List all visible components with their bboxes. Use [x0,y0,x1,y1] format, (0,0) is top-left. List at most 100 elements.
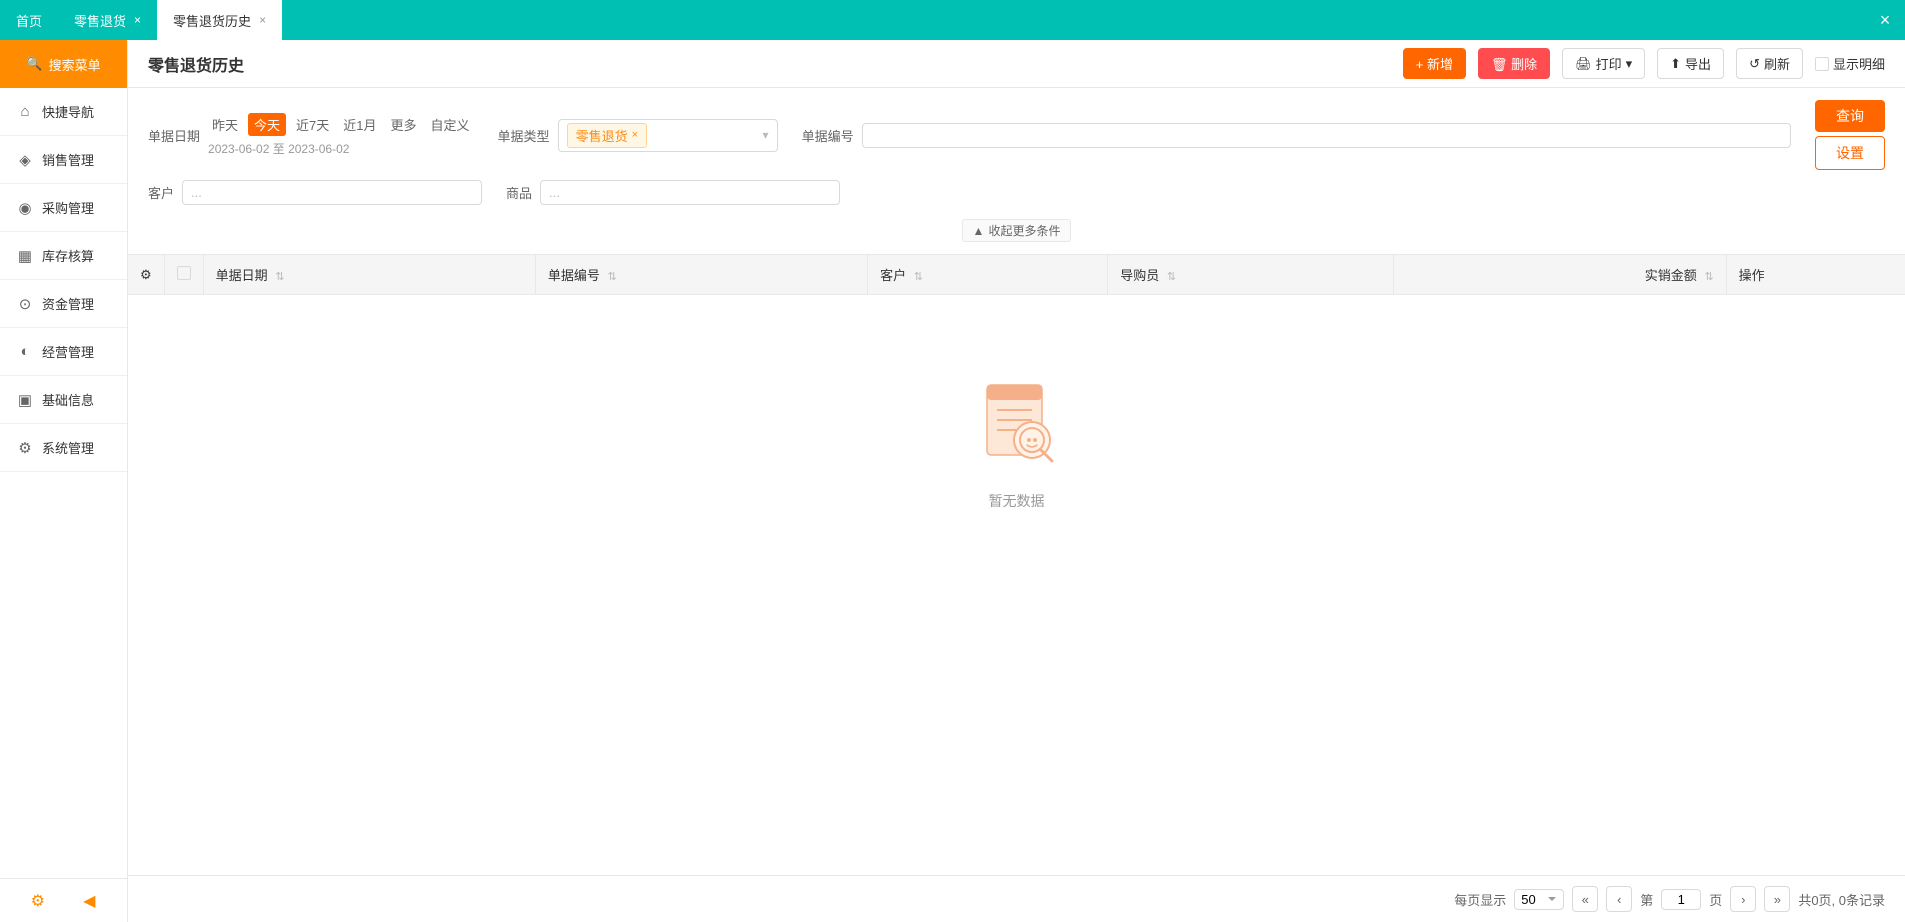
th-id-sort-icon[interactable]: ⇅ [608,271,617,283]
print-icon: 🖨 [1575,56,1592,72]
tab-retail-return-history[interactable]: 零售退货历史 × [157,0,282,40]
first-page-button[interactable]: « [1572,886,1598,912]
empty-row: 暂无数据 [128,295,1905,592]
th-check[interactable] [164,255,203,295]
filter-row-1: 单据日期 昨天 今天 近7天 近1月 更多 自定义 2023-06-02 至 2… [148,100,1885,170]
th-amount-sort-icon[interactable]: ⇅ [1704,271,1713,283]
page-size-select[interactable]: 50 100 200 [1514,889,1564,910]
date-opt-today[interactable]: 今天 [248,113,286,136]
print-button[interactable]: 🖨 打印 ▾ [1562,48,1645,79]
sidebar-item-sales[interactable]: ◈ 销售管理 [0,136,127,184]
type-dropdown-icon[interactable]: ▾ [763,128,769,142]
th-guide: 导购员 ⇅ [1108,255,1394,295]
type-filter-label: 单据类型 [498,126,550,145]
date-opt-yesterday[interactable]: 昨天 [208,113,242,136]
search-icon: 🔍 [26,56,42,72]
filter-area: 单据日期 昨天 今天 近7天 近1月 更多 自定义 2023-06-02 至 2… [128,88,1905,255]
page-size-label: 每页显示 [1454,890,1506,909]
inventory-icon: ▦ [16,247,34,265]
date-range-display: 2023-06-02 至 2023-06-02 [208,140,474,157]
sidebar-item-operations-label: 经营管理 [42,342,94,361]
goods-filter-label: 商品 [506,183,532,202]
sidebar-search[interactable]: 🔍 搜索菜单 [0,40,127,88]
display-mingxi-toggle[interactable]: 显示明细 [1815,54,1885,73]
sidebar-item-inventory[interactable]: ▦ 库存核算 [0,232,127,280]
sidebar-item-operations[interactable]: ◐ 经营管理 [0,328,127,376]
th-id-label: 单据编号 [548,268,600,283]
new-button[interactable]: + 新增 [1403,48,1466,79]
th-guide-sort-icon[interactable]: ⇅ [1167,271,1176,283]
sidebar-bottom: ⚙ ◀ [0,878,127,922]
th-amount: 实销金额 ⇅ [1394,255,1726,295]
type-tag: 零售退货 × [567,123,647,148]
sidebar-item-purchase[interactable]: ◉ 采购管理 [0,184,127,232]
sales-icon: ◈ [16,151,34,169]
th-action-label: 操作 [1739,268,1765,283]
column-setting-icon[interactable]: ⚙ [140,267,152,282]
refresh-button[interactable]: ↺ 刷新 [1736,48,1803,79]
goods-filter-input[interactable]: ... [540,180,840,205]
tab-retail-return-history-close[interactable]: × [259,13,266,27]
th-customer-sort-icon[interactable]: ⇅ [914,271,923,283]
id-filter-input[interactable] [862,123,1791,148]
customer-filter-input[interactable]: ... [182,180,482,205]
sidebar-item-finance[interactable]: ⊙ 资金管理 [0,280,127,328]
filter-settings-button[interactable]: 设置 [1815,136,1885,170]
export-button[interactable]: ⬆ 导出 [1657,48,1724,79]
id-filter-item: 单据编号 [802,123,1791,148]
print-label: 打印 [1596,54,1622,73]
query-settings-group: 查询 设置 [1815,100,1885,170]
date-filter-label: 单据日期 [148,126,200,145]
query-button[interactable]: 查询 [1815,100,1885,132]
delete-button[interactable]: 🗑 删除 [1478,48,1550,79]
table-wrapper: ⚙ 单据日期 ⇅ 单据编号 ⇅ [128,255,1905,875]
date-options: 昨天 今天 近7天 近1月 更多 自定义 [208,113,474,136]
tab-retail-return-label: 零售退货 [74,11,126,30]
th-amount-label: 实销金额 [1645,268,1697,283]
sidebar-item-finance-label: 资金管理 [42,294,94,313]
window-close-button[interactable]: × [1865,0,1905,40]
th-setting[interactable]: ⚙ [128,255,164,295]
id-filter-label: 单据编号 [802,126,854,145]
sidebar-menu: ⌂ 快捷导航 ◈ 销售管理 ◉ 采购管理 ▦ 库存核算 ⊙ 资金管理 ◐ 经营管… [0,88,127,878]
display-mingxi-checkbox[interactable] [1815,57,1829,71]
tab-retail-return-history-label: 零售退货历史 [173,11,251,30]
date-opt-7days[interactable]: 近7天 [292,113,333,136]
home-icon: ⌂ [16,103,34,121]
export-icon: ⬆ [1670,56,1681,72]
prev-page-button[interactable]: ‹ [1606,886,1632,912]
th-date-sort-icon[interactable]: ⇅ [275,271,284,283]
th-date: 单据日期 ⇅ [203,255,535,295]
sidebar-item-quicknav[interactable]: ⌂ 快捷导航 [0,88,127,136]
date-filter-group: 昨天 今天 近7天 近1月 更多 自定义 2023-06-02 至 2023-0… [208,113,474,157]
collapse-sidebar-icon[interactable]: ◀ [73,885,105,917]
th-date-label: 单据日期 [216,268,268,283]
type-tag-label: 零售退货 [576,126,628,145]
type-filter-item: 单据类型 零售退货 × ▾ [498,119,778,152]
sidebar-item-inventory-label: 库存核算 [42,246,94,265]
type-tag-close[interactable]: × [632,129,638,141]
next-page-button[interactable]: › [1730,886,1756,912]
content-area: 零售退货历史 + 新增 🗑 删除 🖨 打印 ▾ ⬆ 导出 ↺ 刷新 [128,40,1905,922]
settings-bottom-icon[interactable]: ⚙ [22,885,54,917]
finance-icon: ⊙ [16,295,34,313]
type-filter-input-wrap[interactable]: 零售退货 × ▾ [558,119,778,152]
page-number-input[interactable] [1661,889,1701,910]
collapse-button[interactable]: ▲ 收起更多条件 [962,219,1072,242]
tab-retail-return[interactable]: 零售退货 × [58,0,157,40]
date-opt-more[interactable]: 更多 [387,113,421,136]
sidebar: 🔍 搜索菜单 ⌂ 快捷导航 ◈ 销售管理 ◉ 采购管理 ▦ 库存核算 ⊙ 资金管 [0,40,128,922]
sidebar-item-basics[interactable]: ▣ 基础信息 [0,376,127,424]
th-action: 操作 [1726,255,1905,295]
basics-icon: ▣ [16,391,34,409]
refresh-label: 刷新 [1764,54,1790,73]
tab-retail-return-close[interactable]: × [134,13,141,27]
header-checkbox[interactable] [177,266,191,280]
tab-home[interactable]: 首页 [0,0,58,40]
last-page-button[interactable]: » [1764,886,1790,912]
date-opt-custom[interactable]: 自定义 [427,113,474,136]
sidebar-item-system[interactable]: ⚙ 系统管理 [0,424,127,472]
date-opt-1month[interactable]: 近1月 [339,113,380,136]
th-customer: 客户 ⇅ [868,255,1108,295]
customer-filter-label: 客户 [148,183,174,202]
